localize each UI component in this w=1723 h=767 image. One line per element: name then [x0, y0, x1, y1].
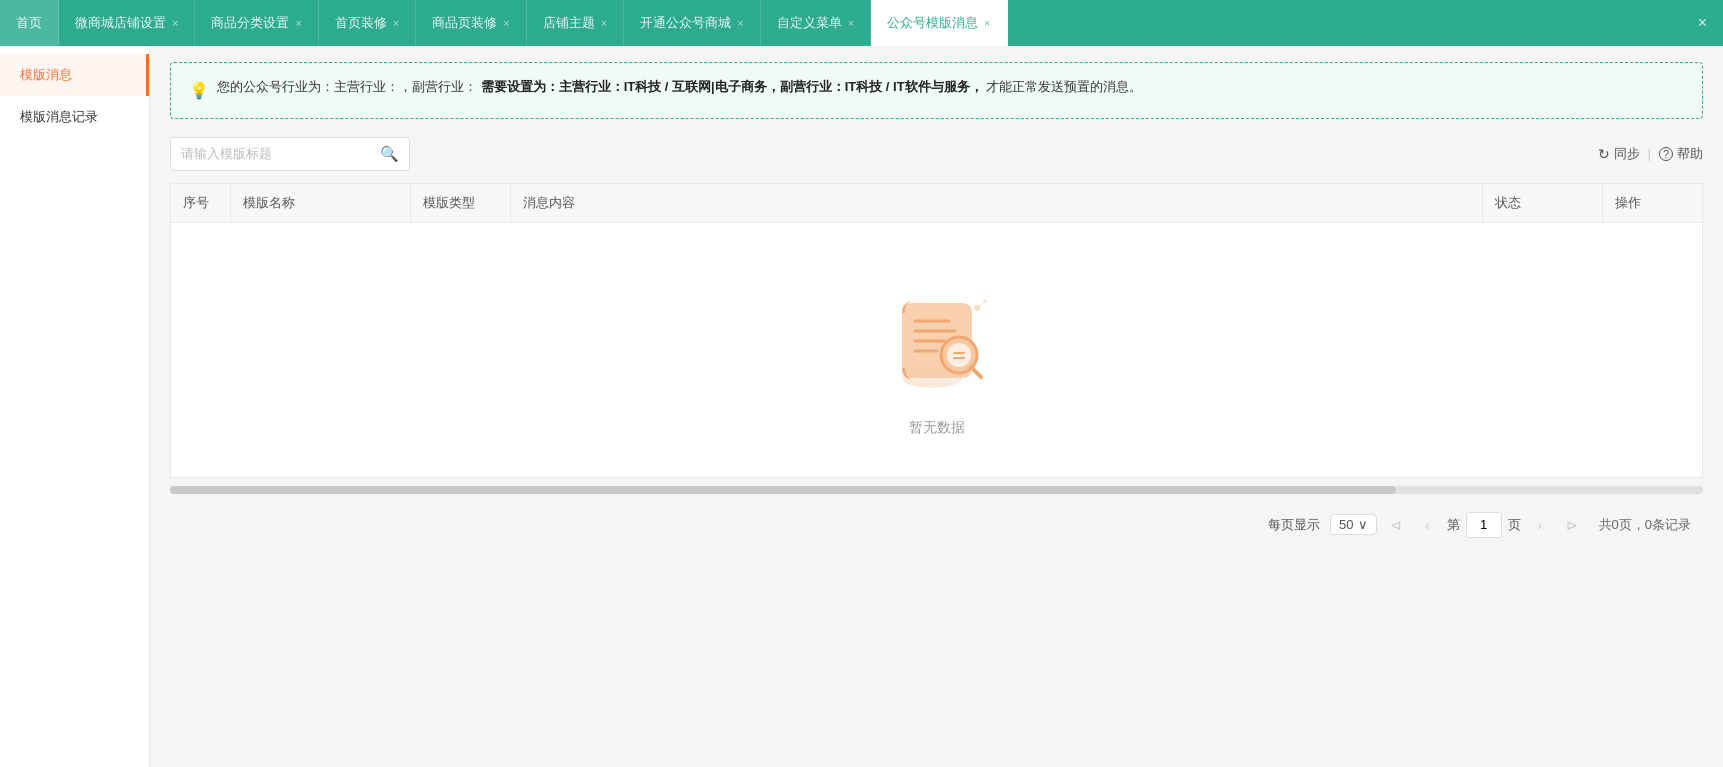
- close-icon[interactable]: ×: [737, 17, 743, 29]
- sidebar-item-template-msg-log[interactable]: 模版消息记录: [0, 96, 149, 138]
- close-icon[interactable]: ×: [984, 17, 990, 29]
- last-page-button[interactable]: ⊳: [1559, 512, 1585, 538]
- page-size-select[interactable]: 50 ∨: [1330, 514, 1376, 535]
- top-nav: 首页 微商城店铺设置 × 商品分类设置 × 首页装修 × 商品页装修 × 店铺主…: [0, 0, 1723, 46]
- close-all-button[interactable]: ×: [1682, 14, 1723, 32]
- nav-tab-template-msg[interactable]: 公众号模版消息 ×: [871, 0, 1007, 46]
- svg-line-12: [977, 301, 985, 308]
- empty-text: 暂无数据: [909, 419, 965, 437]
- sidebar-item-template-msg[interactable]: 模版消息: [0, 54, 149, 96]
- page-number-input[interactable]: [1466, 512, 1502, 538]
- toolbar-right: ↻ 同步 | ? 帮助: [1598, 145, 1703, 163]
- page-size-label: 每页显示: [1268, 516, 1320, 534]
- page-prefix: 第: [1447, 516, 1460, 534]
- search-icon[interactable]: 🔍: [380, 145, 399, 163]
- close-icon[interactable]: ×: [295, 17, 301, 29]
- first-page-button[interactable]: ⊲: [1383, 512, 1409, 538]
- help-button[interactable]: ? 帮助: [1659, 145, 1703, 163]
- col-header-name: 模版名称: [231, 183, 411, 222]
- close-icon[interactable]: ×: [848, 17, 854, 29]
- search-input[interactable]: [181, 146, 376, 161]
- col-header-content: 消息内容: [511, 183, 1483, 222]
- sync-icon: ↻: [1598, 146, 1610, 162]
- nav-tab-home[interactable]: 首页: [0, 0, 59, 46]
- next-page-button[interactable]: ›: [1527, 512, 1553, 538]
- empty-state: 暂无数据: [171, 223, 1702, 477]
- nav-tab-product-category[interactable]: 商品分类设置 ×: [195, 0, 318, 46]
- page-suffix: 页: [1508, 516, 1521, 534]
- sync-button[interactable]: ↻ 同步: [1598, 145, 1640, 163]
- nav-tab-custom-menu[interactable]: 自定义菜单 ×: [761, 0, 871, 46]
- main-layout: 模版消息 模版消息记录 💡 您的公众号行业为：主营行业：，副营行业： 需要设置为…: [0, 46, 1723, 767]
- empty-illustration: [877, 283, 997, 403]
- nav-tab-home-decor[interactable]: 首页装修 ×: [319, 0, 416, 46]
- svg-point-6: [947, 343, 971, 367]
- prev-page-button[interactable]: ‹: [1415, 512, 1441, 538]
- nav-tab-product-decor[interactable]: 商品页装修 ×: [416, 0, 526, 46]
- col-header-type: 模版类型: [411, 183, 511, 222]
- help-icon: ?: [1659, 147, 1673, 161]
- lightbulb-icon: 💡: [189, 78, 209, 104]
- col-header-action: 操作: [1603, 183, 1703, 222]
- pagination: 每页显示 50 ∨ ⊲ ‹ 第 页 › ⊳ 共0页，0条记录: [170, 502, 1703, 548]
- close-icon[interactable]: ×: [601, 17, 607, 29]
- sidebar: 模版消息 模版消息记录: [0, 46, 150, 767]
- empty-state-row: 暂无数据: [171, 222, 1703, 477]
- search-bar: 🔍 ↻ 同步 | ? 帮助: [170, 137, 1703, 171]
- data-table: 序号 模版名称 模版类型 消息内容 状态 操作: [170, 183, 1703, 478]
- horizontal-scrollbar[interactable]: [170, 486, 1703, 494]
- svg-line-7: [971, 367, 981, 377]
- col-header-seq: 序号: [171, 183, 231, 222]
- notice-text: 您的公众号行业为：主营行业：，副营行业： 需要设置为：主营行业：IT科技 / 互…: [217, 77, 1142, 98]
- close-icon[interactable]: ×: [503, 17, 509, 29]
- close-icon[interactable]: ×: [172, 17, 178, 29]
- toolbar-divider: |: [1648, 146, 1651, 161]
- chevron-down-icon: ∨: [1358, 517, 1368, 532]
- nav-tab-wsc-store[interactable]: 微商城店铺设置 ×: [59, 0, 195, 46]
- table-body: 暂无数据: [171, 222, 1703, 477]
- nav-tab-store-theme[interactable]: 店铺主题 ×: [527, 0, 624, 46]
- table-header: 序号 模版名称 模版类型 消息内容 状态 操作: [171, 183, 1703, 222]
- search-input-wrap[interactable]: 🔍: [170, 137, 410, 171]
- notice-box: 💡 您的公众号行业为：主营行业：，副营行业： 需要设置为：主营行业：IT科技 /…: [170, 62, 1703, 119]
- nav-tab-open-mall[interactable]: 开通公众号商城 ×: [624, 0, 760, 46]
- close-icon[interactable]: ×: [393, 17, 399, 29]
- total-text: 共0页，0条记录: [1599, 516, 1691, 534]
- content-area: 💡 您的公众号行业为：主营行业：，副营行业： 需要设置为：主营行业：IT科技 /…: [150, 46, 1723, 767]
- col-header-status: 状态: [1483, 183, 1603, 222]
